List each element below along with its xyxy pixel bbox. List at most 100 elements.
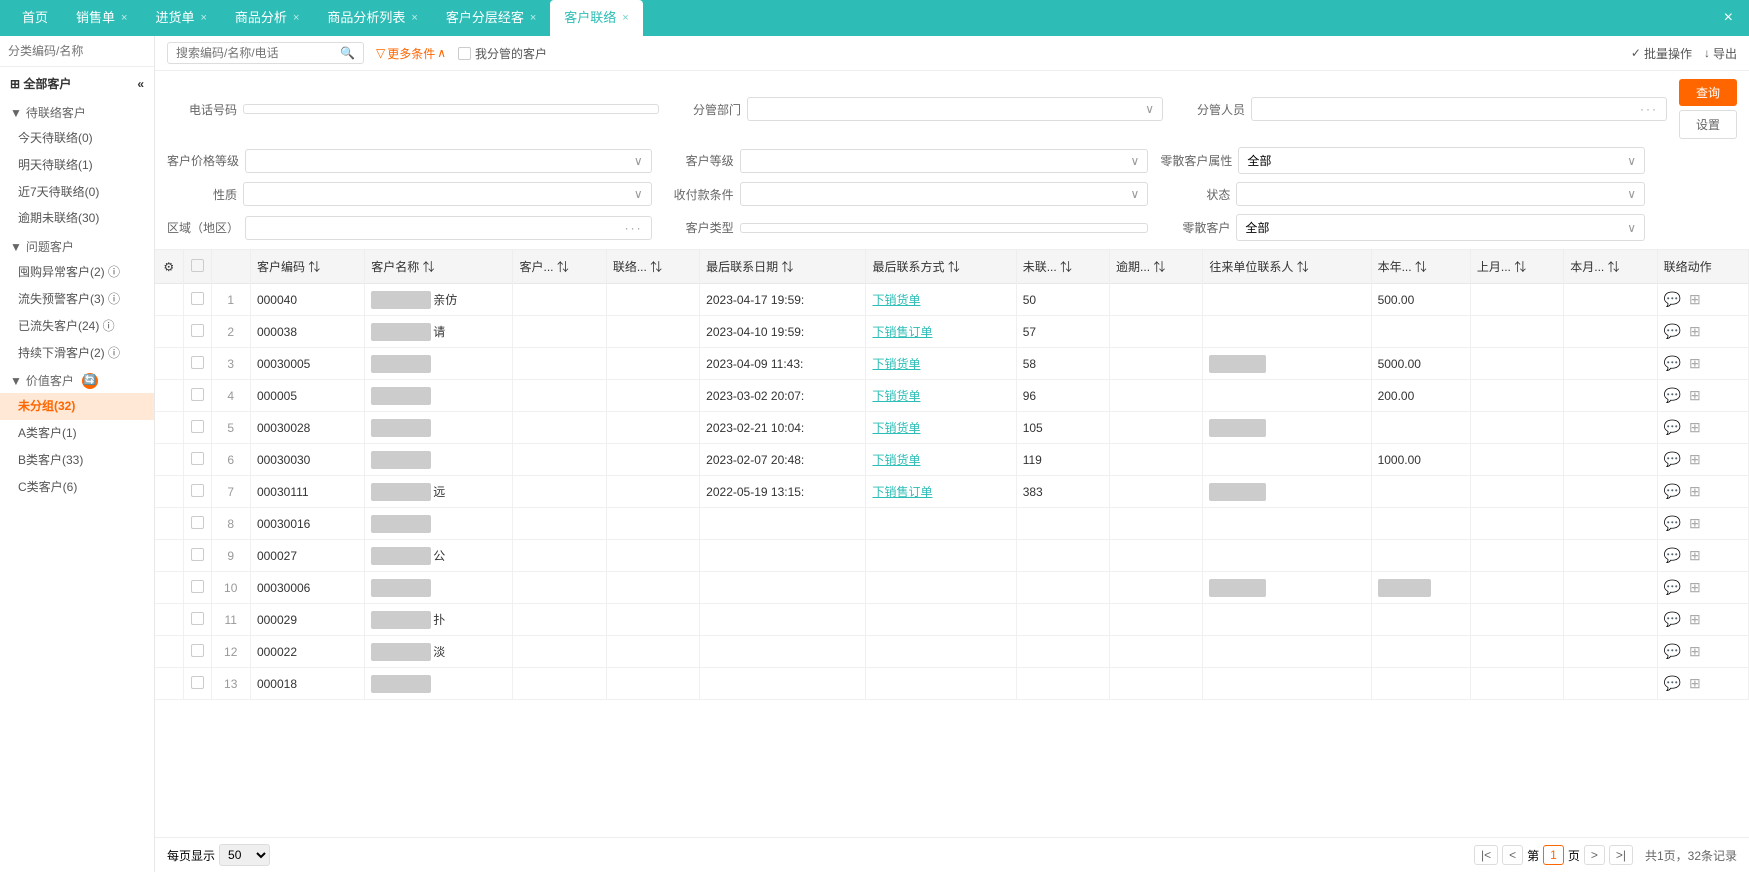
next-page-button[interactable]: > [1584, 845, 1605, 865]
last-page-button[interactable]: >| [1609, 845, 1633, 865]
last-contact-method-cell[interactable]: 下销货单 [866, 284, 1016, 316]
sidebar-item-declining[interactable]: 持续下滑客户(2) ⓘ [0, 340, 154, 367]
sidebar-item-churn-warning[interactable]: 流失预警客户(3) ⓘ [0, 286, 154, 313]
sidebar-item-tomorrow[interactable]: 明天待联络(1) [0, 152, 154, 179]
last-contact-method-cell[interactable] [866, 604, 1016, 636]
sidebar-item-class-a[interactable]: A类客户(1) [0, 420, 154, 447]
last-contact-method-cell[interactable]: 下销货单 [866, 380, 1016, 412]
checkbox-cell[interactable] [183, 572, 211, 604]
reset-button[interactable]: 设置 [1679, 110, 1737, 139]
overdue-column-header[interactable]: 逾期... ⇅ [1110, 250, 1203, 284]
tab-sales[interactable]: 销售单 × [62, 0, 141, 36]
grid-icon[interactable]: ⊞ [1689, 547, 1701, 564]
settings-column-header[interactable]: ⚙ [155, 250, 183, 284]
checkbox-cell[interactable] [183, 540, 211, 572]
last-contact-method-cell[interactable]: 下销货单 [866, 444, 1016, 476]
contact-method-link[interactable]: 下销货单 [872, 421, 920, 435]
sidebar-item-7days[interactable]: 近7天待联络(0) [0, 179, 154, 206]
last-contact-method-cell[interactable] [866, 508, 1016, 540]
checkbox-cell[interactable] [183, 284, 211, 316]
row-checkbox[interactable] [191, 324, 204, 337]
row-checkbox[interactable] [191, 356, 204, 369]
chat-icon[interactable]: 💬 [1664, 483, 1681, 500]
grid-icon[interactable]: ⊞ [1689, 579, 1701, 596]
sidebar-item-class-c[interactable]: C类客户(6) [0, 474, 154, 501]
last-contact-date-column-header[interactable]: 最后联系日期 ⇅ [700, 250, 866, 284]
grid-icon[interactable]: ⊞ [1689, 419, 1701, 436]
chat-icon[interactable]: 💬 [1664, 611, 1681, 628]
customer-code-column-header[interactable]: 客户编码 ⇅ [250, 250, 364, 284]
chat-icon[interactable]: 💬 [1664, 515, 1681, 532]
region-input[interactable]: ··· [245, 216, 652, 240]
payment-select[interactable]: ∨ [740, 182, 1149, 206]
select-all-checkbox[interactable] [191, 259, 204, 272]
row-checkbox[interactable] [191, 292, 204, 305]
sidebar-item-lost[interactable]: 已流失客户(24) ⓘ [0, 313, 154, 340]
checkbox-cell[interactable] [183, 604, 211, 636]
sidebar-collapse-icon[interactable]: « [137, 77, 144, 91]
close-all-tabs-button[interactable]: × [1716, 9, 1741, 27]
row-checkbox[interactable] [191, 612, 204, 625]
search-icon[interactable]: 🔍 [340, 46, 355, 60]
sidebar-item-ungrouped[interactable]: 未分组(32) [0, 393, 154, 420]
last-contact-method-cell[interactable] [866, 572, 1016, 604]
tab-home[interactable]: 首页 [8, 0, 62, 36]
batch-ops-button[interactable]: ✓ 批量操作 [1631, 45, 1692, 62]
contact-method-link[interactable]: 下销货单 [872, 293, 920, 307]
my-customer-filter[interactable]: 我分管的客户 [458, 45, 547, 62]
row-checkbox[interactable] [191, 516, 204, 529]
last-contact-method-cell[interactable]: 下销货单 [866, 412, 1016, 444]
row-checkbox[interactable] [191, 420, 204, 433]
chat-icon[interactable]: 💬 [1664, 579, 1681, 596]
checkbox-cell[interactable] [183, 380, 211, 412]
sidebar-item-today[interactable]: 今天待联络(0) [0, 125, 154, 152]
last-contact-method-cell[interactable]: 下销货单 [866, 348, 1016, 380]
close-product-list-icon[interactable]: × [411, 0, 417, 36]
grid-icon[interactable]: ⊞ [1689, 611, 1701, 628]
contact-method-link[interactable]: 下销售订单 [872, 325, 932, 339]
search-input[interactable] [176, 46, 336, 60]
row-checkbox[interactable] [191, 548, 204, 561]
close-purchase-icon[interactable]: × [200, 0, 206, 36]
row-checkbox[interactable] [191, 452, 204, 465]
contact-method-link[interactable]: 下销售订单 [872, 485, 932, 499]
nature-select[interactable]: ∨ [243, 182, 652, 206]
grid-icon[interactable]: ⊞ [1689, 643, 1701, 660]
customer-level-select[interactable]: ∨ [740, 149, 1149, 173]
status-select[interactable]: ∨ [1236, 182, 1645, 206]
tab-purchase[interactable]: 进货单 × [141, 0, 220, 36]
sidebar-search-input[interactable] [8, 44, 155, 58]
checkbox-cell[interactable] [183, 668, 211, 700]
checkbox-cell[interactable] [183, 444, 211, 476]
grid-icon[interactable]: ⊞ [1689, 291, 1701, 308]
chat-icon[interactable]: 💬 [1664, 643, 1681, 660]
manager-input[interactable]: ··· [1251, 97, 1667, 121]
grid-icon[interactable]: ⊞ [1689, 515, 1701, 532]
price-level-select[interactable]: ∨ [245, 149, 652, 173]
last-month-column-header[interactable]: 上月... ⇅ [1470, 250, 1563, 284]
prev-page-button[interactable]: < [1502, 845, 1523, 865]
chat-icon[interactable]: 💬 [1664, 451, 1681, 468]
grid-icon[interactable]: ⊞ [1689, 675, 1701, 692]
close-sales-icon[interactable]: × [121, 0, 127, 36]
last-contact-method-cell[interactable] [866, 636, 1016, 668]
grid-icon[interactable]: ⊞ [1689, 483, 1701, 500]
row-checkbox[interactable] [191, 388, 204, 401]
chat-icon[interactable]: 💬 [1664, 675, 1681, 692]
row-checkbox[interactable] [191, 676, 204, 689]
checkbox-cell[interactable] [183, 476, 211, 508]
no-contact-column-header[interactable]: 未联... ⇅ [1016, 250, 1109, 284]
row-checkbox[interactable] [191, 580, 204, 593]
dept-select[interactable]: ∨ [747, 97, 1163, 121]
query-button[interactable]: 查询 [1679, 79, 1737, 106]
first-page-button[interactable]: |< [1474, 845, 1498, 865]
grid-icon[interactable]: ⊞ [1689, 323, 1701, 340]
checkbox-cell[interactable] [183, 636, 211, 668]
checkbox-column-header[interactable] [183, 250, 211, 284]
export-button[interactable]: ↓ 导出 [1704, 45, 1737, 62]
tab-product-list[interactable]: 商品分析列表 × [313, 0, 431, 36]
row-checkbox[interactable] [191, 644, 204, 657]
last-contact-method-cell[interactable] [866, 668, 1016, 700]
sidebar-item-class-b[interactable]: B类客户(33) [0, 447, 154, 474]
customer-name-column-header[interactable]: 客户名称 ⇅ [365, 250, 513, 284]
